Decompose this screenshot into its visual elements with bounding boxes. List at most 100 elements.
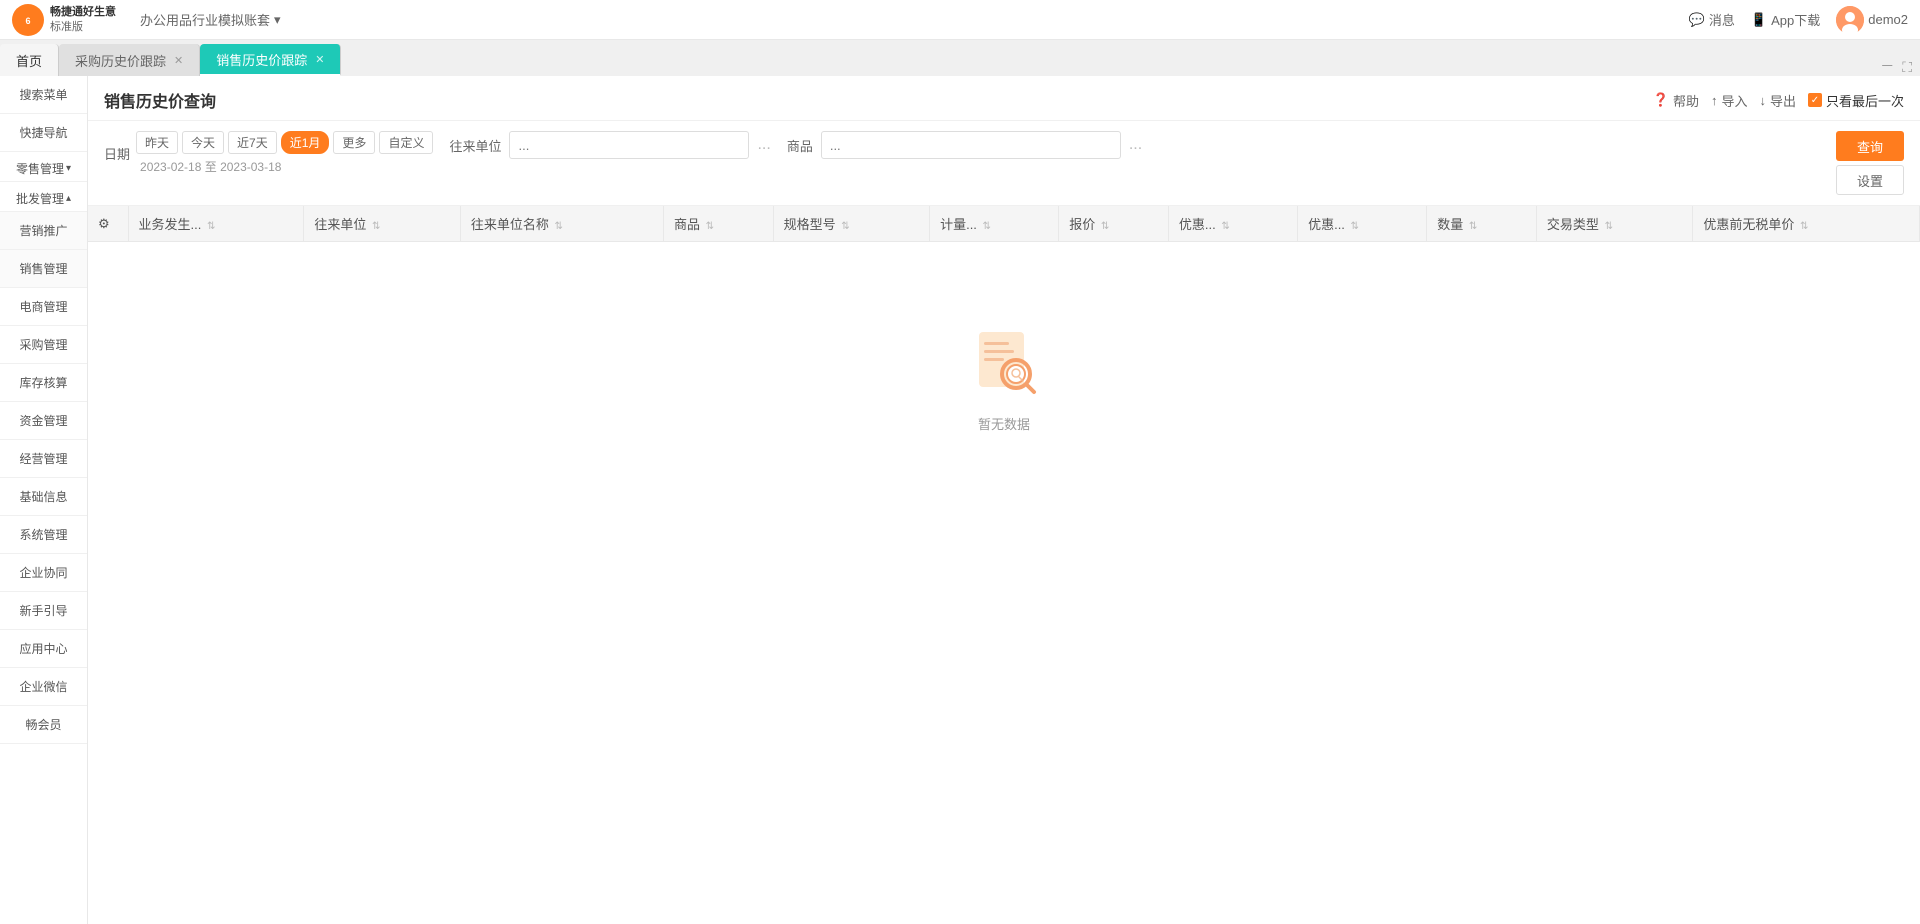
date-btn-more[interactable]: 更多 — [333, 131, 375, 154]
top-header: 6 畅捷通好生意 标准版 办公用品行业模拟账套 ▾ 💬 消息 📱 App下载 — [0, 0, 1920, 40]
user-area[interactable]: demo2 — [1836, 6, 1908, 34]
sidebar-item-sales-mgmt[interactable]: 销售管理 — [0, 250, 87, 288]
app-selector[interactable]: 办公用品行业模拟账套 ▾ — [140, 10, 281, 29]
header-right: 💬 消息 📱 App下载 demo2 — [1689, 6, 1908, 34]
from-unit-label: 往来单位 — [449, 136, 501, 155]
only-last-checkbox[interactable]: ✓ — [1808, 93, 1822, 107]
sort-icon: ⇅ — [1221, 221, 1229, 232]
only-last-checkbox-area[interactable]: ✓ 只看最后一次 — [1808, 91, 1904, 110]
goods-input[interactable] — [821, 131, 1121, 159]
sidebar-item-marketing[interactable]: 营销推广 — [0, 212, 87, 250]
col-spec[interactable]: 规格型号 ⇅ — [773, 206, 929, 242]
sidebar: 搜索菜单 快捷导航 零售管理 ▾ 批发管理 ▴ 营销推广 销售管理 电商管理 采… — [0, 76, 88, 924]
tab-sales-history[interactable]: 销售历史价跟踪 ✕ — [200, 44, 341, 76]
from-unit-dots-icon[interactable]: ... — [757, 136, 770, 154]
minimize-icon[interactable]: － — [1880, 56, 1894, 76]
filter-bar: 日期 昨天 今天 近7天 近1月 更多 自定义 2023-02-18 至 202… — [88, 121, 1920, 206]
date-btn-custom[interactable]: 自定义 — [379, 131, 433, 154]
import-icon: ↑ — [1711, 93, 1718, 108]
sidebar-item-app-center[interactable]: 应用中心 — [0, 630, 87, 668]
export-btn[interactable]: ↓ 导出 — [1759, 91, 1796, 110]
sidebar-item-quick-nav[interactable]: 快捷导航 — [0, 114, 87, 152]
sort-icon: ⇅ — [1800, 221, 1808, 232]
sort-icon: ⇅ — [372, 221, 380, 232]
col-quantity[interactable]: 数量 ⇅ — [1427, 206, 1537, 242]
col-biz-date[interactable]: 业务发生... ⇅ — [128, 206, 304, 242]
search-menu-label: 搜索菜单 — [19, 86, 67, 103]
sort-icon: ⇅ — [1351, 221, 1359, 232]
from-unit-filter: 往来单位 ... — [449, 131, 770, 159]
sidebar-item-search-menu[interactable]: 搜索菜单 — [0, 76, 87, 114]
tab-purchase-close-icon[interactable]: ✕ — [174, 54, 183, 67]
col-from-unit[interactable]: 往来单位 ⇅ — [304, 206, 460, 242]
sidebar-item-enterprise[interactable]: 企业协同 — [0, 554, 87, 592]
sort-icon: ⇅ — [983, 221, 991, 232]
col-discount2[interactable]: 优惠... ⇅ — [1298, 206, 1427, 242]
sidebar-item-retail-mgmt[interactable]: 零售管理 ▾ — [0, 152, 87, 182]
empty-state: 暂无数据 — [88, 242, 1920, 513]
sidebar-item-ops-mgmt[interactable]: 经营管理 — [0, 440, 87, 478]
tab-purchase-history[interactable]: 采购历史价跟踪 ✕ — [59, 44, 200, 76]
chevron-up-icon: ▴ — [66, 193, 71, 204]
date-label: 日期 — [104, 144, 130, 163]
logo-area: 6 畅捷通好生意 标准版 — [12, 4, 116, 36]
sidebar-item-inventory[interactable]: 库存核算 — [0, 364, 87, 402]
goods-label: 商品 — [787, 136, 813, 155]
sort-icon: ⇅ — [841, 221, 849, 232]
content-area: 销售历史价查询 ❓ 帮助 ↑ 导入 ↓ 导出 ✓ 只看最后一次 — [88, 76, 1920, 924]
maximize-icon[interactable]: ⛶ — [1902, 59, 1912, 76]
from-unit-input[interactable] — [509, 131, 749, 159]
sidebar-item-wholesale-mgmt[interactable]: 批发管理 ▴ — [0, 182, 87, 212]
sidebar-item-purchase-mgmt[interactable]: 采购管理 — [0, 326, 87, 364]
date-btn-1month[interactable]: 近1月 — [281, 131, 330, 154]
avatar — [1836, 6, 1864, 34]
col-unit[interactable]: 计量... ⇅ — [930, 206, 1059, 242]
date-filter-group: 日期 昨天 今天 近7天 近1月 更多 自定义 2023-02-18 至 202… — [104, 131, 433, 175]
sidebar-item-basic-info[interactable]: 基础信息 — [0, 478, 87, 516]
page-header: 销售历史价查询 ❓ 帮助 ↑ 导入 ↓ 导出 ✓ 只看最后一次 — [88, 76, 1920, 121]
sidebar-item-enterprise-wechat[interactable]: 企业微信 — [0, 668, 87, 706]
settings-button[interactable]: 设置 — [1836, 165, 1904, 195]
sort-icon: ⇅ — [1605, 221, 1613, 232]
main-layout: 搜索菜单 快捷导航 零售管理 ▾ 批发管理 ▴ 营销推广 销售管理 电商管理 采… — [0, 76, 1920, 924]
table-area: ⚙ 业务发生... ⇅ 往来单位 ⇅ 往来单位名称 ⇅ — [88, 206, 1920, 924]
sidebar-item-sys-mgmt[interactable]: 系统管理 — [0, 516, 87, 554]
chevron-down-icon: ▾ — [66, 163, 71, 174]
logo-text: 畅捷通好生意 标准版 — [50, 5, 116, 34]
sidebar-item-finance-mgmt[interactable]: 资金管理 — [0, 402, 87, 440]
col-pre-tax-price[interactable]: 优惠前无税单价 ⇅ — [1693, 206, 1920, 242]
chevron-down-icon: ▾ — [274, 12, 281, 28]
sort-icon: ⇅ — [207, 221, 215, 232]
date-btn-today[interactable]: 今天 — [182, 131, 224, 154]
date-range: 2023-02-18 至 2023-03-18 — [140, 158, 433, 175]
import-btn[interactable]: ↑ 导入 — [1711, 91, 1748, 110]
data-table: ⚙ 业务发生... ⇅ 往来单位 ⇅ 往来单位名称 ⇅ — [88, 206, 1920, 242]
app-download-btn[interactable]: 📱 App下载 — [1751, 10, 1820, 29]
tab-home[interactable]: 首页 — [0, 44, 59, 76]
svg-text:6: 6 — [25, 16, 30, 26]
export-icon: ↓ — [1759, 93, 1766, 108]
goods-dots-icon[interactable]: ... — [1129, 136, 1142, 154]
message-icon: 💬 — [1689, 12, 1705, 28]
date-btn-yesterday[interactable]: 昨天 — [136, 131, 178, 154]
col-from-unit-name[interactable]: 往来单位名称 ⇅ — [460, 206, 663, 242]
sort-icon: ⇅ — [1469, 221, 1477, 232]
col-settings[interactable]: ⚙ — [88, 206, 128, 242]
download-icon: 📱 — [1751, 12, 1767, 28]
message-btn[interactable]: 💬 消息 — [1689, 10, 1735, 29]
sort-icon: ⇅ — [706, 221, 714, 232]
logo-icon: 6 — [12, 4, 44, 36]
sidebar-item-member[interactable]: 畅会员 — [0, 706, 87, 744]
sort-icon: ⇅ — [1101, 221, 1109, 232]
col-goods[interactable]: 商品 ⇅ — [663, 206, 773, 242]
page-title: 销售历史价查询 — [104, 88, 216, 112]
col-quote[interactable]: 报价 ⇅ — [1059, 206, 1169, 242]
help-btn[interactable]: ❓ 帮助 — [1653, 91, 1699, 110]
sidebar-item-guide[interactable]: 新手引导 — [0, 592, 87, 630]
tab-sales-close-icon[interactable]: ✕ — [315, 53, 324, 66]
sidebar-item-ecom-mgmt[interactable]: 电商管理 — [0, 288, 87, 326]
col-discount1[interactable]: 优惠... ⇅ — [1168, 206, 1297, 242]
date-btn-7days[interactable]: 近7天 — [228, 131, 277, 154]
query-button[interactable]: 查询 — [1836, 131, 1904, 161]
col-trade-type[interactable]: 交易类型 ⇅ — [1536, 206, 1692, 242]
